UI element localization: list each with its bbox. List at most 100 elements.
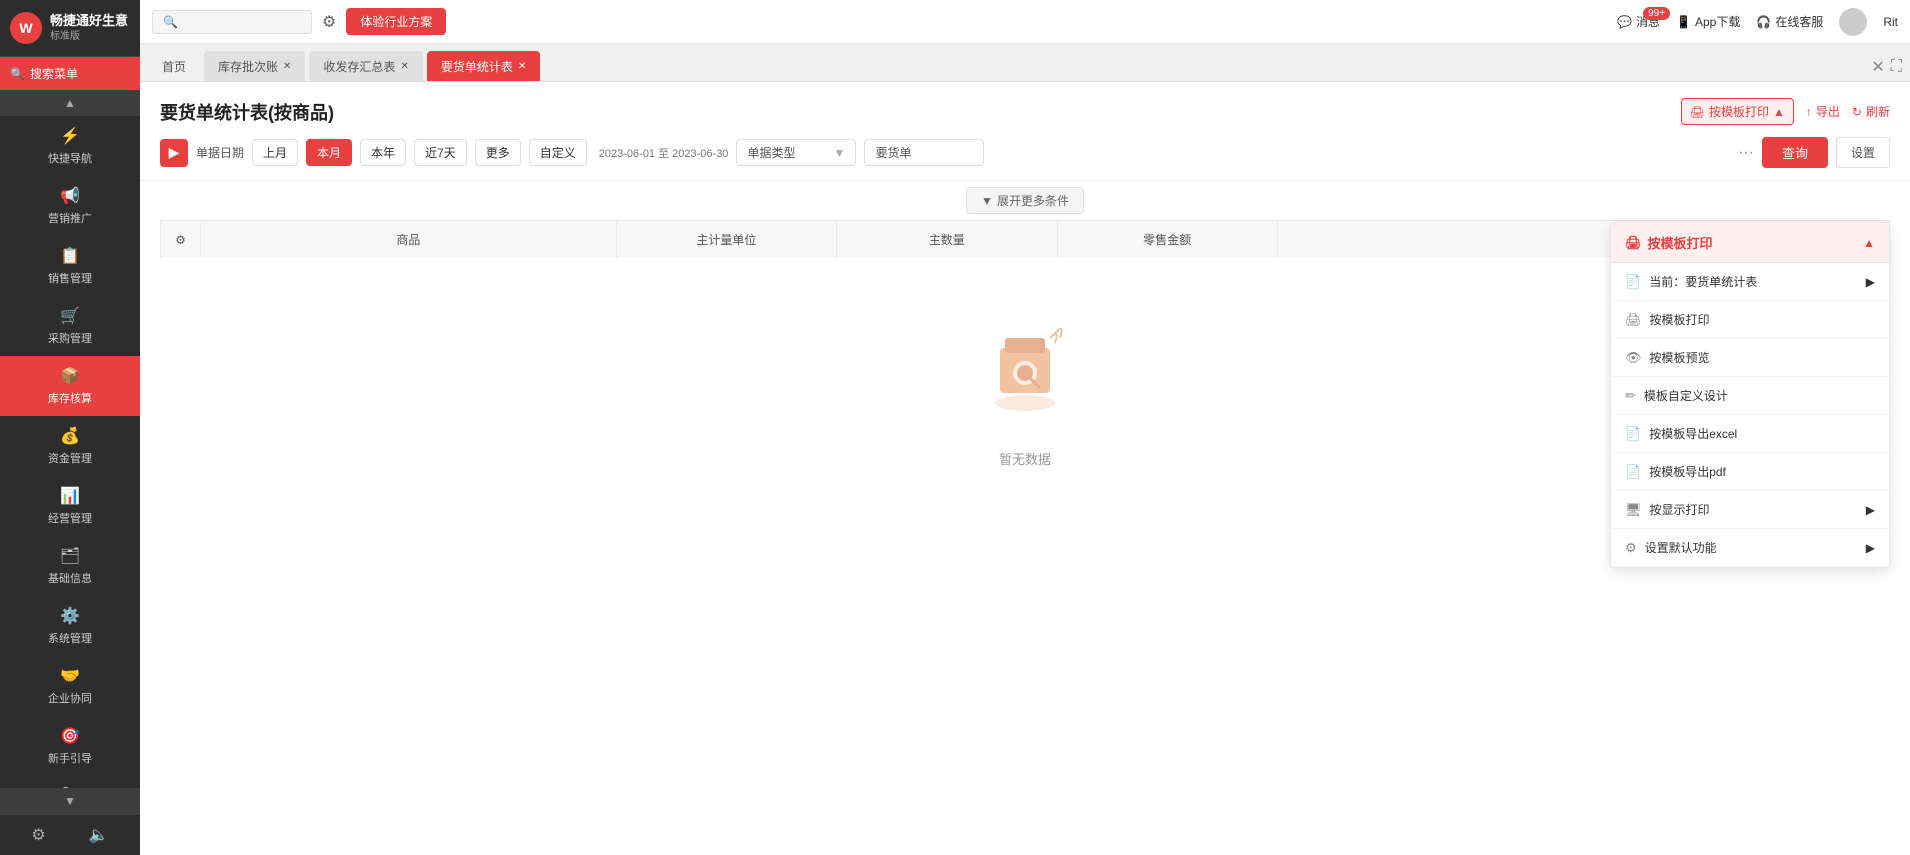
dropdown-display-print[interactable]: 🖥 按显示打印 ▶: [1611, 491, 1889, 529]
template-custom-icon: ✏: [1625, 388, 1636, 404]
sidebar-bottom: ⚙ 🔈: [0, 814, 140, 855]
sidebar-item-quick-nav[interactable]: ⚡ 快捷导航: [0, 116, 140, 176]
topbar: 🔍 ⚙ 体验行业方案 💬 消息 99+ 📱 App下载 🎧 在线客服 Rit: [140, 0, 1910, 44]
dropdown-header[interactable]: 🖨 按模板打印 ▲: [1611, 223, 1889, 263]
tab-inventory-batch-close[interactable]: ✕: [283, 61, 291, 72]
app-download-label: App下载: [1695, 13, 1740, 30]
dropdown-item-export-pdf[interactable]: 📄 按模板导出pdf: [1611, 453, 1889, 491]
sidebar-search[interactable]: 🔍 搜索菜单: [0, 57, 140, 90]
finance-icon: 💰: [60, 426, 80, 446]
app-download-btn[interactable]: 📱 App下载: [1676, 13, 1740, 30]
gear-icon[interactable]: ⚙: [322, 12, 336, 32]
online-service-label: 在线客服: [1775, 13, 1823, 30]
th-product: 商品: [201, 221, 617, 258]
sidebar-item-appstore[interactable]: 🔧 应用中心: [0, 776, 140, 788]
avatar[interactable]: [1839, 8, 1867, 36]
empty-text: 暂无数据: [999, 449, 1051, 468]
filter-bar: ▶ 单据日期 上月 本月 本年 近7天 更多 自定义 2023-06-01 至 …: [140, 125, 1910, 180]
settings-btn[interactable]: 设置: [1836, 137, 1890, 168]
display-print-icon: 🖥: [1625, 502, 1642, 518]
sidebar-item-label: 系统管理: [48, 630, 92, 646]
tab-home[interactable]: 首页: [148, 51, 200, 81]
tab-inventory-batch[interactable]: 库存批次账 ✕: [204, 51, 305, 81]
date-btn-last-month[interactable]: 上月: [252, 139, 298, 166]
tab-receipt-summary[interactable]: 收发存汇总表 ✕: [309, 51, 422, 81]
dropdown-current-item[interactable]: 📄 当前：要货单统计表 ▶: [1611, 263, 1889, 301]
filter-expand-btn[interactable]: ▶: [160, 139, 188, 167]
sidebar-item-collab[interactable]: 🤝 企业协同: [0, 656, 140, 716]
headset-icon: 🎧: [1756, 15, 1771, 29]
speaker-icon[interactable]: 🔈: [89, 825, 109, 845]
th-amount: 零售金额: [1058, 221, 1278, 258]
filter-right: ··· 查询 设置: [1738, 137, 1890, 168]
tab-order-summary-close[interactable]: ✕: [518, 61, 526, 72]
type-select[interactable]: 单据类型 ▼: [736, 139, 856, 166]
sidebar-item-sales[interactable]: 📋 销售管理: [0, 236, 140, 296]
sidebar-item-finance[interactable]: 💰 资金管理: [0, 416, 140, 476]
scroll-down-btn[interactable]: ▼: [0, 788, 140, 814]
chevron-up-icon: ▲: [1773, 105, 1785, 119]
dropdown-item-template-custom[interactable]: ✏ 模板自定义设计: [1611, 377, 1889, 415]
dropdown-set-default[interactable]: ⚙ 设置默认功能 ▶: [1611, 529, 1889, 567]
sidebar-item-label: 经营管理: [48, 510, 92, 526]
dropdown-current-label: 当前：要货单统计表: [1649, 273, 1757, 290]
sidebar-item-label: 库存核算: [48, 390, 92, 406]
sidebar-item-purchase[interactable]: 🛒 采购管理: [0, 296, 140, 356]
main-area: 🔍 ⚙ 体验行业方案 💬 消息 99+ 📱 App下载 🎧 在线客服 Rit: [140, 0, 1910, 855]
print-dropdown: 🖨 按模板打印 ▲ 📄 当前：要货单统计表 ▶ 🖨 按模板打印 👁 按模板预览: [1610, 222, 1890, 568]
date-btn-more[interactable]: 更多: [475, 139, 521, 166]
sidebar-item-basic[interactable]: 🗂 基础信息: [0, 536, 140, 596]
query-btn[interactable]: 查询: [1762, 137, 1828, 168]
tab-receipt-summary-close[interactable]: ✕: [400, 61, 408, 72]
tab-expand-icon[interactable]: ⛶: [1891, 58, 1902, 76]
date-btn-7days[interactable]: 近7天: [414, 139, 467, 166]
settings-icon[interactable]: ⚙: [31, 825, 45, 845]
username: Rit: [1883, 15, 1898, 29]
tab-bar: 首页 库存批次账 ✕ 收发存汇总表 ✕ 要货单统计表 ✕ ✕ ⛶: [140, 44, 1910, 82]
goods-filter[interactable]: 要货单: [864, 139, 984, 166]
print-template-btn[interactable]: 🖨 按模板打印 ▲: [1681, 98, 1794, 125]
online-service-btn[interactable]: 🎧 在线客服: [1756, 13, 1823, 30]
guide-icon: 🎯: [60, 726, 80, 746]
export-btn[interactable]: ↑ 导出: [1806, 103, 1840, 120]
date-label: 单据日期: [196, 144, 244, 161]
refresh-btn[interactable]: ↻ 刷新: [1852, 103, 1890, 120]
th-unit: 主计量单位: [617, 221, 837, 258]
expand-more-btn[interactable]: ▼ 展开更多条件: [966, 187, 1084, 214]
sidebar-item-label: 新手引导: [48, 750, 92, 766]
sidebar-item-system[interactable]: ⚙️ 系统管理: [0, 596, 140, 656]
date-btn-this-month[interactable]: 本月: [306, 139, 352, 166]
chevron-down-icon: ▼: [981, 194, 993, 208]
sidebar-item-marketing[interactable]: 📢 营销推广: [0, 176, 140, 236]
topbar-search[interactable]: 🔍: [152, 10, 312, 34]
dropdown-close-icon[interactable]: ▲: [1863, 236, 1875, 250]
sidebar-item-label: 营销推广: [48, 210, 92, 226]
messages-btn[interactable]: 💬 消息 99+: [1617, 13, 1660, 30]
tab-order-summary-label: 要货单统计表: [441, 58, 513, 75]
tab-close-all-icon[interactable]: ✕: [1871, 57, 1884, 77]
date-btn-custom[interactable]: 自定义: [529, 139, 587, 166]
sidebar-item-operation[interactable]: 📊 经营管理: [0, 476, 140, 536]
sidebar-item-inventory[interactable]: 📦 库存核算: [0, 356, 140, 416]
sidebar-item-guide[interactable]: 🎯 新手引导: [0, 716, 140, 776]
content-area: 要货单统计表(按商品) 🖨 按模板打印 ▲ ↑ 导出 ↻ 刷新 ▶: [140, 82, 1910, 855]
page-title: 要货单统计表(按商品): [160, 99, 334, 125]
sidebar-item-label: 企业协同: [48, 690, 92, 706]
tab-order-summary[interactable]: 要货单统计表 ✕: [427, 51, 540, 81]
sidebar-item-label: 采购管理: [48, 330, 92, 346]
dropdown-item-export-excel[interactable]: 📄 按模板导出excel: [1611, 415, 1889, 453]
chevron-right-display-icon: ▶: [1866, 503, 1875, 517]
dropdown-item-template-print[interactable]: 🖨 按模板打印: [1611, 301, 1889, 339]
version-label: 标准版: [50, 30, 128, 44]
messages-badge: 99+: [1643, 7, 1670, 20]
scroll-up-btn[interactable]: ▲: [0, 90, 140, 116]
topbar-right: 💬 消息 99+ 📱 App下载 🎧 在线客服 Rit: [1617, 8, 1898, 36]
more-options-btn[interactable]: ···: [1738, 144, 1754, 162]
brand-name: 畅捷通好生意: [50, 12, 128, 30]
dropdown-item-template-preview[interactable]: 👁 按模板预览: [1611, 339, 1889, 377]
industry-btn[interactable]: 体验行业方案: [346, 8, 446, 35]
th-settings[interactable]: ⚙: [161, 223, 201, 257]
date-btn-this-year[interactable]: 本年: [360, 139, 406, 166]
export-excel-label: 按模板导出excel: [1649, 425, 1737, 442]
purchase-icon: 🛒: [60, 306, 80, 326]
